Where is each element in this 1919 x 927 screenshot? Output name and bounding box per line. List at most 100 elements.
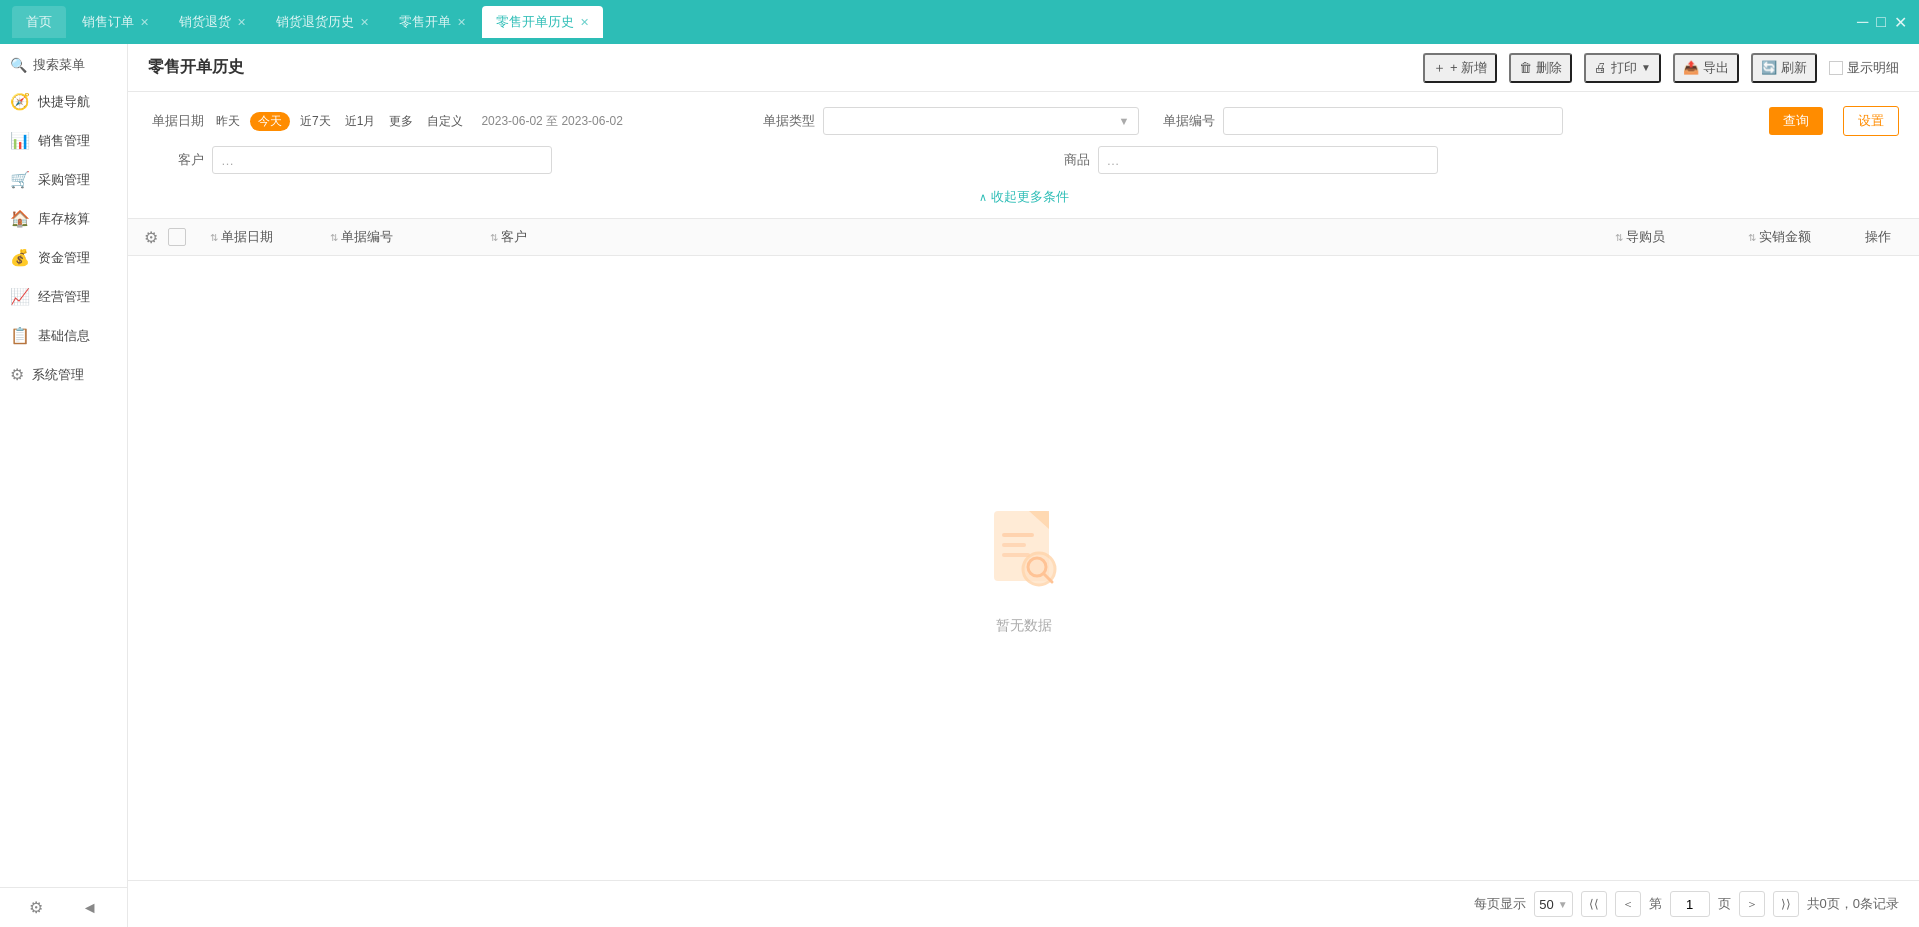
sidebar-item-quick-nav[interactable]: 🧭 快捷导航 <box>0 82 127 121</box>
search-icon: 🔍 <box>10 57 27 73</box>
filter-customer-input[interactable]: … <box>212 146 552 174</box>
delete-label: 删除 <box>1536 59 1562 77</box>
pagination: 每页显示 50 ▼ ⟨⟨ ＜ 第 页 ＞ ⟩⟩ 共0页，0条记录 <box>128 880 1919 927</box>
window-min-btn[interactable]: ─ <box>1857 13 1868 31</box>
filter-type-dropdown-icon: ▼ <box>1119 115 1130 127</box>
collapse-chevron-icon: ∧ <box>979 191 987 204</box>
sidebar-item-operation[interactable]: 📈 经营管理 <box>0 277 127 316</box>
sidebar-item-sales-mgmt[interactable]: 📊 销售管理 <box>0 121 127 160</box>
page-last-btn[interactable]: ⟩⟩ <box>1773 891 1799 917</box>
filter-number-input[interactable] <box>1223 107 1563 135</box>
system-label: 系统管理 <box>32 366 84 384</box>
date-custom[interactable]: 自定义 <box>423 112 467 131</box>
export-icon: 📤 <box>1683 60 1699 75</box>
tab-sales-return-history[interactable]: 销货退货历史 ✕ <box>262 6 383 38</box>
refresh-button[interactable]: 🔄 刷新 <box>1751 53 1817 83</box>
system-icon: ⚙ <box>10 365 24 384</box>
tab-sales-return[interactable]: 销货退货 ✕ <box>165 6 260 38</box>
date-7days[interactable]: 近7天 <box>296 112 335 131</box>
print-button[interactable]: 🖨 打印 ▼ <box>1584 53 1661 83</box>
filter-goods-input[interactable]: … <box>1098 146 1438 174</box>
filter-goods-label: 商品 <box>1034 151 1090 169</box>
sidebar-search-label: 搜索菜单 <box>33 56 85 74</box>
table-area: ⚙ ⇅ 单据日期 ⇅ 单据编号 ⇅ 客户 ⇅ <box>128 219 1919 880</box>
tab-retail-history[interactable]: 零售开单历史 ✕ <box>482 6 603 38</box>
page-prev-btn[interactable]: ＜ <box>1615 891 1641 917</box>
date-yesterday[interactable]: 昨天 <box>212 112 244 131</box>
window-close-btn[interactable]: ✕ <box>1894 13 1907 32</box>
table-settings-icon[interactable]: ⚙ <box>144 228 158 247</box>
filter-row-1: 单据日期 昨天 今天 近7天 近1月 更多 自定义 2023-06-02 至 2… <box>148 106 1899 136</box>
app-container: 首页 销售订单 ✕ 销货退货 ✕ 销货退货历史 ✕ 零售开单 ✕ 零售开单历史 … <box>0 0 1919 927</box>
query-button[interactable]: 查询 <box>1769 107 1823 135</box>
sidebar-item-system[interactable]: ⚙ 系统管理 <box>0 355 127 394</box>
select-all-checkbox[interactable] <box>168 228 186 246</box>
collapse-more-btn[interactable]: ∧ 收起更多条件 <box>148 184 1899 210</box>
add-label: + 新增 <box>1450 59 1487 77</box>
tab-sales-return-history-label: 销货退货历史 <box>276 13 354 31</box>
page-size-select[interactable]: 50 ▼ <box>1534 891 1572 917</box>
sidebar-item-purchase-mgmt[interactable]: 🛒 采购管理 <box>0 160 127 199</box>
filter-number-label: 单据编号 <box>1159 112 1215 130</box>
delete-button[interactable]: 🗑 删除 <box>1509 53 1572 83</box>
tab-sales-return-history-close[interactable]: ✕ <box>360 16 369 29</box>
sidebar-item-basic-info[interactable]: 📋 基础信息 <box>0 316 127 355</box>
display-col-btn[interactable]: 显示明细 <box>1829 59 1899 77</box>
filter-area: 单据日期 昨天 今天 近7天 近1月 更多 自定义 2023-06-02 至 2… <box>128 92 1919 219</box>
tab-home-label: 首页 <box>26 13 52 31</box>
date-range-display: 2023-06-02 至 2023-06-02 <box>481 113 622 130</box>
tab-list: 首页 销售订单 ✕ 销货退货 ✕ 销货退货历史 ✕ 零售开单 ✕ 零售开单历史 … <box>12 6 1857 38</box>
add-button[interactable]: ＋ + 新增 <box>1423 53 1497 83</box>
col-customer-sort-icon[interactable]: ⇅ <box>490 232 498 243</box>
page-size-dropdown-icon: ▼ <box>1558 899 1568 910</box>
page-label: 页 <box>1718 895 1731 913</box>
quick-nav-icon: 🧭 <box>10 92 30 111</box>
tab-sales-order-close[interactable]: ✕ <box>140 16 149 29</box>
header-actions: ＋ + 新增 🗑 删除 🖨 打印 ▼ 📤 导出 <box>1423 53 1899 83</box>
tab-retail-open-close[interactable]: ✕ <box>457 16 466 29</box>
settings-button[interactable]: 设置 <box>1843 106 1899 136</box>
add-icon: ＋ <box>1433 59 1446 77</box>
col-number-sort-icon[interactable]: ⇅ <box>330 232 338 243</box>
col-date-sort-icon[interactable]: ⇅ <box>210 232 218 243</box>
tab-retail-open[interactable]: 零售开单 ✕ <box>385 6 480 38</box>
export-button[interactable]: 📤 导出 <box>1673 53 1739 83</box>
filter-goods-field: 商品 … <box>1034 146 1900 174</box>
page-next-btn[interactable]: ＞ <box>1739 891 1765 917</box>
sales-mgmt-icon: 📊 <box>10 131 30 150</box>
col-guide-sort-icon[interactable]: ⇅ <box>1615 232 1623 243</box>
sidebar-item-inventory[interactable]: 🏠 库存核算 <box>0 199 127 238</box>
display-col-label: 显示明细 <box>1847 59 1899 77</box>
purchase-mgmt-label: 采购管理 <box>38 171 90 189</box>
display-col-checkbox[interactable] <box>1829 61 1843 75</box>
tab-sales-return-label: 销货退货 <box>179 13 231 31</box>
page-first-btn[interactable]: ⟨⟨ <box>1581 891 1607 917</box>
sidebar-item-finance[interactable]: 💰 资金管理 <box>0 238 127 277</box>
tab-sales-order[interactable]: 销售订单 ✕ <box>68 6 163 38</box>
page-size-label: 每页显示 <box>1474 895 1526 913</box>
tab-home[interactable]: 首页 <box>12 6 66 38</box>
table-header: ⚙ ⇅ 单据日期 ⇅ 单据编号 ⇅ 客户 ⇅ <box>128 219 1919 256</box>
col-date-label: 单据日期 <box>221 228 273 246</box>
filter-customer-field: 客户 … <box>148 146 1014 174</box>
tab-sales-return-close[interactable]: ✕ <box>237 16 246 29</box>
page-number-input[interactable] <box>1670 891 1710 917</box>
export-label: 导出 <box>1703 59 1729 77</box>
sidebar-collapse-btn[interactable]: ◄ <box>82 899 98 917</box>
window-max-btn[interactable]: □ <box>1876 13 1886 31</box>
col-customer-label: 客户 <box>501 228 527 246</box>
refresh-label: 刷新 <box>1781 59 1807 77</box>
date-today[interactable]: 今天 <box>250 112 290 131</box>
col-header-action: 操作 <box>1823 219 1903 255</box>
filter-type-select[interactable]: ▼ <box>823 107 1139 135</box>
tab-retail-history-close[interactable]: ✕ <box>580 16 589 29</box>
page-label-pre: 第 <box>1649 895 1662 913</box>
col-amount-sort-icon[interactable]: ⇅ <box>1748 232 1756 243</box>
inventory-icon: 🏠 <box>10 209 30 228</box>
top-bar: 首页 销售订单 ✕ 销货退货 ✕ 销货退货历史 ✕ 零售开单 ✕ 零售开单历史 … <box>0 0 1919 44</box>
date-more[interactable]: 更多 <box>385 112 417 131</box>
print-label: 打印 <box>1611 59 1637 77</box>
date-1month[interactable]: 近1月 <box>341 112 380 131</box>
sidebar-search[interactable]: 🔍 搜索菜单 <box>0 44 127 82</box>
sidebar-settings-btn[interactable]: ⚙ <box>29 898 43 917</box>
